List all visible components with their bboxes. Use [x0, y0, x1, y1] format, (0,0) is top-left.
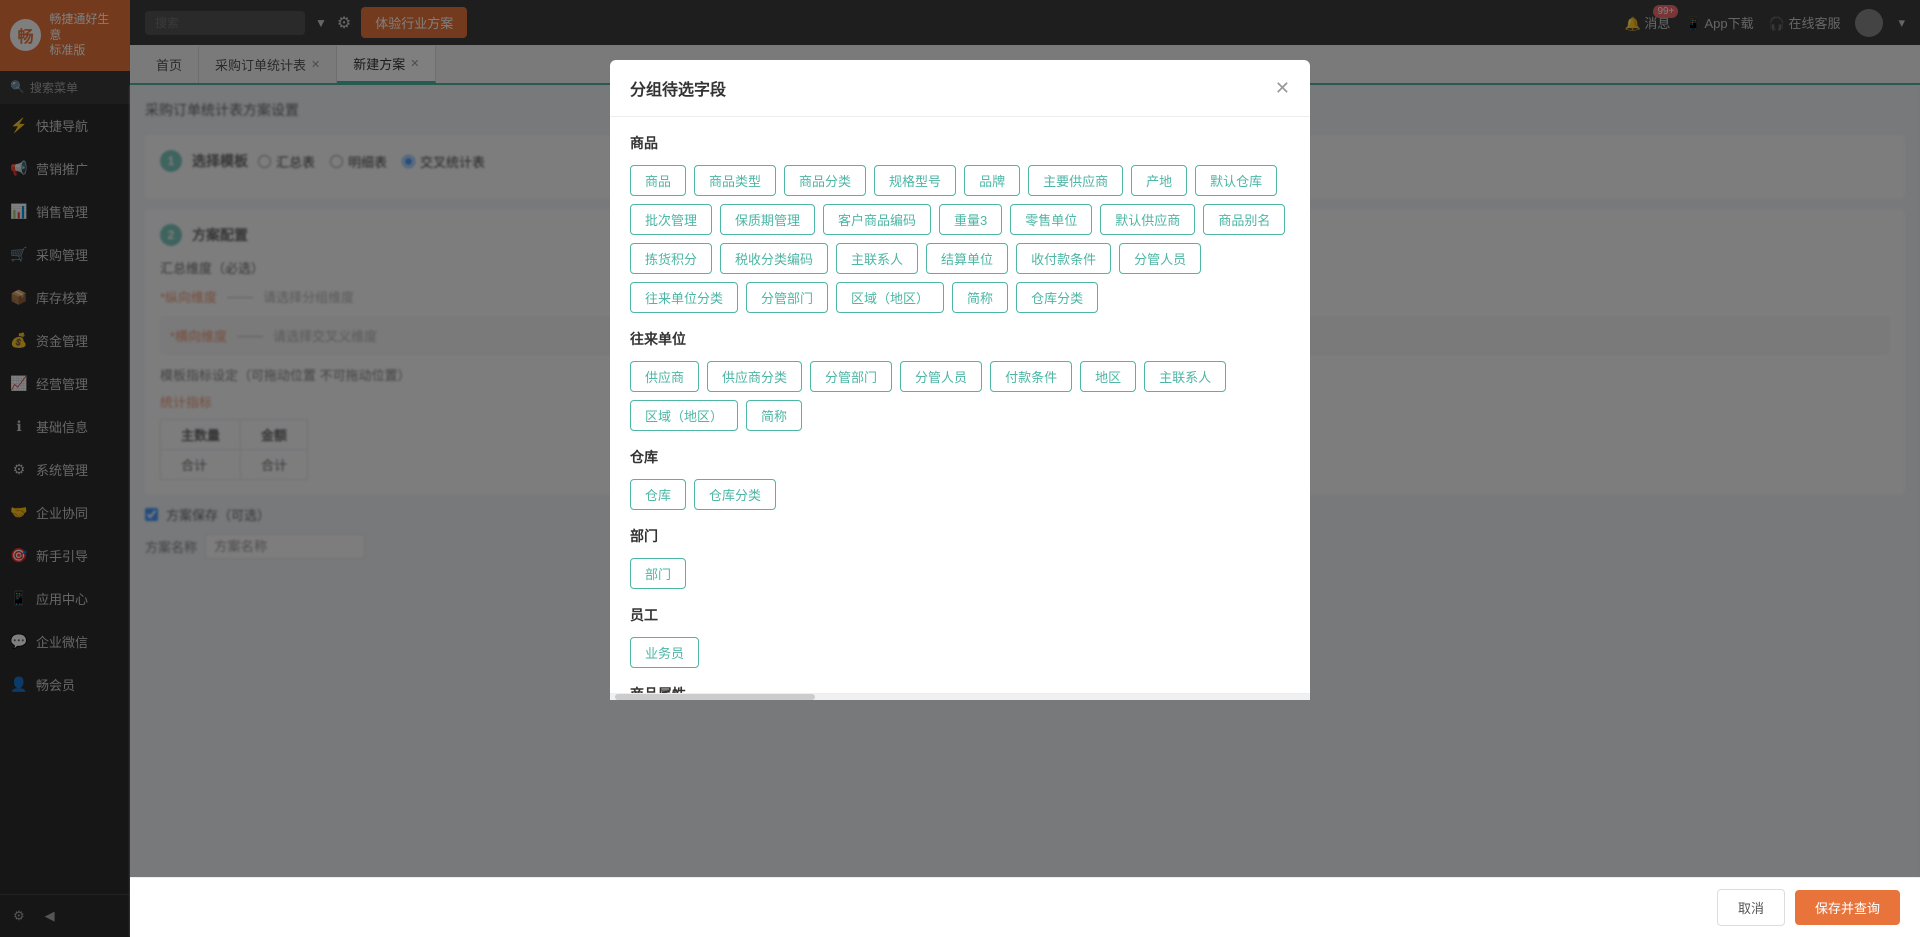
modal-body: 商品商品商品类型商品分类规格型号品牌主要供应商产地默认仓库批次管理保质期管理客户…: [610, 117, 1310, 693]
tag-product-15[interactable]: 拣货积分: [630, 243, 712, 274]
tag-department-0[interactable]: 部门: [630, 558, 686, 589]
tag-product-16[interactable]: 税收分类编码: [720, 243, 828, 274]
bottom-bar: 取消 保存并查询: [130, 877, 1920, 937]
tag-partner-3[interactable]: 分管人员: [900, 361, 982, 392]
tag-partner-4[interactable]: 付款条件: [990, 361, 1072, 392]
tag-product-6[interactable]: 产地: [1131, 165, 1187, 196]
save-query-button[interactable]: 保存并查询: [1795, 890, 1900, 925]
tag-product-23[interactable]: 区域（地区）: [836, 282, 944, 313]
tag-product-14[interactable]: 商品别名: [1203, 204, 1285, 235]
tag-product-25[interactable]: 仓库分类: [1016, 282, 1098, 313]
tag-product-3[interactable]: 规格型号: [874, 165, 956, 196]
tag-product-9[interactable]: 保质期管理: [720, 204, 815, 235]
tag-product-21[interactable]: 往来单位分类: [630, 282, 738, 313]
tag-grid-staff: 业务员: [630, 637, 1290, 668]
tag-product-1[interactable]: 商品类型: [694, 165, 776, 196]
section-title-partner: 往来单位: [630, 329, 1290, 349]
section-title-department: 部门: [630, 526, 1290, 546]
tag-grid-product: 商品商品类型商品分类规格型号品牌主要供应商产地默认仓库批次管理保质期管理客户商品…: [630, 165, 1290, 313]
tag-partner-5[interactable]: 地区: [1080, 361, 1136, 392]
tag-staff-0[interactable]: 业务员: [630, 637, 699, 668]
tag-product-7[interactable]: 默认仓库: [1195, 165, 1277, 196]
tag-partner-1[interactable]: 供应商分类: [707, 361, 802, 392]
tag-product-13[interactable]: 默认供应商: [1100, 204, 1195, 235]
tag-grid-partner: 供应商供应商分类分管部门分管人员付款条件地区主联系人区域（地区） 简称: [630, 361, 1290, 431]
tag-product-18[interactable]: 结算单位: [926, 243, 1008, 274]
tag-grid-department: 部门: [630, 558, 1290, 589]
tag-warehouse-0[interactable]: 仓库: [630, 479, 686, 510]
tag-product-5[interactable]: 主要供应商: [1028, 165, 1123, 196]
tag-partner-6[interactable]: 主联系人: [1144, 361, 1226, 392]
tag-product-19[interactable]: 收付款条件: [1016, 243, 1111, 274]
modal: 分组待选字段 ✕ 商品商品商品类型商品分类规格型号品牌主要供应商产地默认仓库批次…: [610, 60, 1310, 700]
modal-hscroll-thumb: [615, 694, 815, 700]
modal-horizontal-scrollbar[interactable]: [610, 693, 1310, 700]
section-title-staff: 员工: [630, 605, 1290, 625]
tag-product-17[interactable]: 主联系人: [836, 243, 918, 274]
modal-header: 分组待选字段 ✕: [610, 60, 1310, 117]
tag-product-8[interactable]: 批次管理: [630, 204, 712, 235]
section-title-product-attr: 商品属性: [630, 684, 1290, 693]
modal-title: 分组待选字段: [630, 76, 726, 100]
cancel-button[interactable]: 取消: [1717, 889, 1785, 926]
tag-product-24[interactable]: 简称: [952, 282, 1008, 313]
section-title-warehouse: 仓库: [630, 447, 1290, 467]
tag-product-0[interactable]: 商品: [630, 165, 686, 196]
tag-product-12[interactable]: 零售单位: [1010, 204, 1092, 235]
modal-overlay: 分组待选字段 ✕ 商品商品商品类型商品分类规格型号品牌主要供应商产地默认仓库批次…: [0, 0, 1920, 937]
tag-product-22[interactable]: 分管部门: [746, 282, 828, 313]
tag-partner-8[interactable]: 简称: [746, 400, 802, 431]
tag-partner-7[interactable]: 区域（地区）: [630, 400, 738, 431]
tag-product-2[interactable]: 商品分类: [784, 165, 866, 196]
tag-product-20[interactable]: 分管人员: [1119, 243, 1201, 274]
section-title-product: 商品: [630, 133, 1290, 153]
tag-grid-warehouse: 仓库仓库分类: [630, 479, 1290, 510]
tag-partner-2[interactable]: 分管部门: [810, 361, 892, 392]
tag-product-10[interactable]: 客户商品编码: [823, 204, 931, 235]
tag-product-4[interactable]: 品牌: [964, 165, 1020, 196]
modal-close-button[interactable]: ✕: [1275, 78, 1290, 99]
tag-product-11[interactable]: 重量3: [939, 204, 1002, 235]
tag-partner-0[interactable]: 供应商: [630, 361, 699, 392]
tag-warehouse-1[interactable]: 仓库分类: [694, 479, 776, 510]
